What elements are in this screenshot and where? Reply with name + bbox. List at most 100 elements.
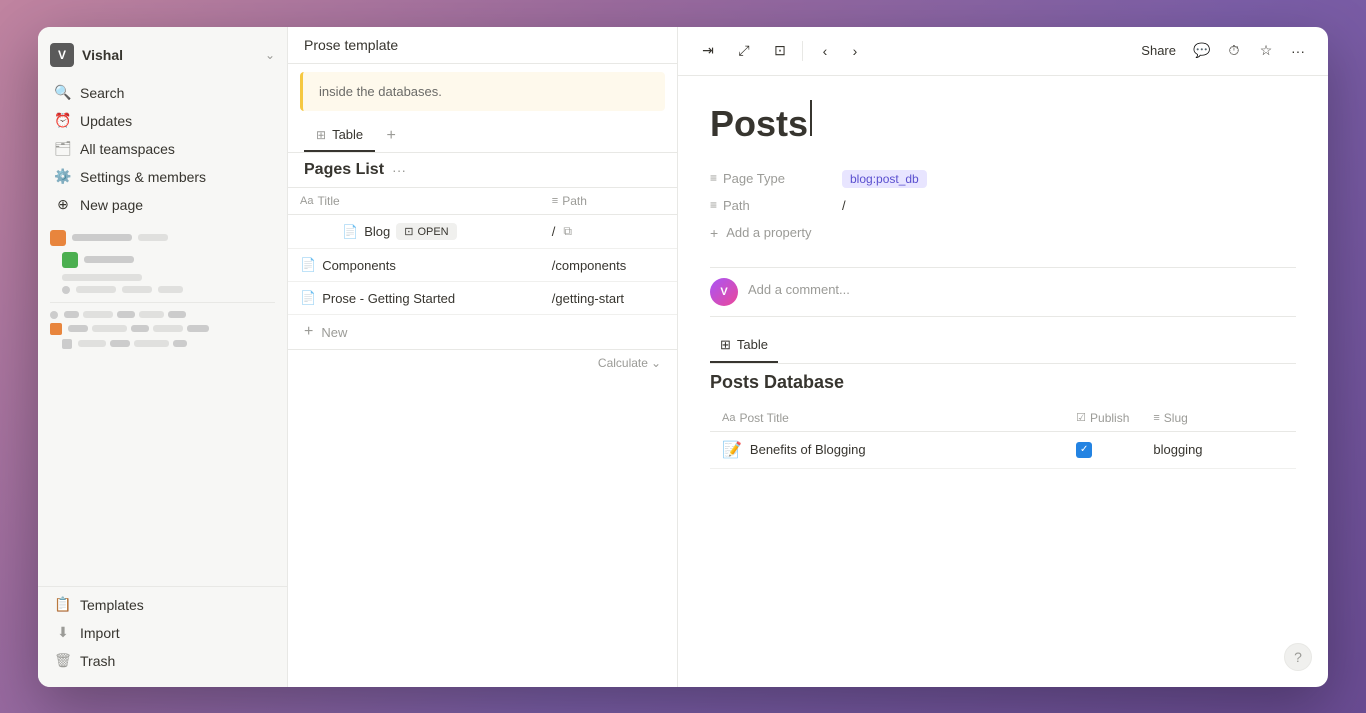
comments-button[interactable]: 💬 <box>1188 37 1216 65</box>
pages-table: Aa Title ≡ Path <box>288 187 677 315</box>
row-drag-button[interactable]: ⋮⋮ <box>320 224 336 240</box>
sub-bar4 <box>173 340 187 347</box>
header-right-icons: Share 💬 ⏱ ☆ ··· <box>1133 37 1312 65</box>
nav-arrows: ‹ › <box>811 37 869 65</box>
row-add-button[interactable]: + <box>300 224 316 240</box>
tab-bar: ⊞ Table + <box>288 119 677 153</box>
add-property-plus-icon: + <box>710 225 718 241</box>
sidebar-page-item-1[interactable] <box>38 227 287 249</box>
sidebar-item-new-page[interactable]: ⊕ New page <box>42 191 283 219</box>
path-value-blog: / <box>552 224 556 239</box>
db-tab-table[interactable]: ⊞ Table <box>710 329 778 363</box>
property-page-type: ≡ Page Type blog:post_db <box>710 165 1296 192</box>
posts-database-table: Aa Post Title ☑ Publish <box>710 405 1296 469</box>
sidebar-page-item-3[interactable] <box>38 271 287 284</box>
table-row[interactable]: 📄 Prose - Getting Started /getting-start <box>288 282 677 315</box>
pages-list-header: Pages List ··· <box>288 153 677 187</box>
page-bar-4b <box>122 286 152 293</box>
path-value-prose: /getting-start <box>552 291 624 306</box>
share-button[interactable]: Share <box>1133 39 1184 62</box>
path-prop-value[interactable]: / <box>842 198 846 213</box>
col-header-title: Aa Title <box>288 188 540 215</box>
table-tab-icon: ⊞ <box>316 128 326 142</box>
history-icon: ⏱ <box>1229 42 1240 59</box>
sidebar-item-updates[interactable]: ⏰ Updates <box>42 107 283 135</box>
posts-heading: Posts <box>710 100 1296 145</box>
table-row[interactable]: + ⋮⋮ 📄 Blog ⊡ OPEN <box>288 215 677 249</box>
sidebar-page-item-6[interactable] <box>38 321 287 337</box>
sidebar-page-item-2[interactable] <box>38 249 287 271</box>
collapse-sidebar-button[interactable]: ⇥ <box>694 37 722 65</box>
sidebar-label-settings: Settings & members <box>80 169 206 185</box>
posts-title-text: Posts <box>710 103 808 145</box>
open-icon: ⊡ <box>404 225 413 238</box>
sidebar-item-settings[interactable]: ⚙️ Settings & members <box>42 163 283 191</box>
page-sub-title-bar <box>84 256 134 263</box>
workspace-avatar: V <box>50 43 74 67</box>
pages-list-more-icon[interactable]: ··· <box>392 162 406 178</box>
calculate-bar[interactable]: Calculate ⌄ <box>288 349 677 376</box>
new-row-label: New <box>321 325 347 340</box>
page-type-badge: blog:post_db <box>842 170 927 188</box>
title-cell-components: 📄 Components <box>288 249 540 282</box>
sidebar-label-templates: Templates <box>80 597 144 613</box>
calculate-label: Calculate <box>598 356 648 370</box>
updates-icon: ⏰ <box>54 112 72 130</box>
sidebar-item-import[interactable]: ⬇ Import <box>42 619 283 647</box>
col-publish: ☑ Publish <box>1064 405 1141 432</box>
right-panel: ⇥ ⤢ ⊡ ‹ › <box>678 27 1328 687</box>
new-row-button[interactable]: + New <box>288 315 677 349</box>
page-doc-icon: 📄 <box>342 224 358 240</box>
sidebar-item-search[interactable]: 🔍 Search <box>42 79 283 107</box>
sidebar-item-trash[interactable]: 🗑 Trash <box>42 647 283 675</box>
title-cell-prose: 📄 Prose - Getting Started <box>288 282 540 315</box>
layout-button[interactable]: ⊡ <box>766 37 794 65</box>
page-type-value[interactable]: blog:post_db <box>842 171 927 186</box>
path-cell-prose: /getting-start <box>540 282 677 315</box>
main-content: Prose template inside the databases. ⊞ T… <box>288 27 1328 687</box>
sidebar-page-item-5[interactable] <box>38 309 287 321</box>
slug-col-icon: ≡ <box>1153 412 1159 424</box>
med-bar <box>83 311 113 318</box>
path-col-icon: ≡ <box>552 195 558 207</box>
page-bar-4a <box>76 286 116 293</box>
slug-cell: blogging <box>1141 431 1296 468</box>
sidebar-page-item-4[interactable] <box>38 284 287 296</box>
col-slug: ≡ Slug <box>1141 405 1296 432</box>
add-tab-button[interactable]: + <box>379 124 403 148</box>
page-color-icon-orange <box>50 230 66 246</box>
more-options-button[interactable]: ··· <box>1284 37 1312 65</box>
small-bar3 <box>168 311 186 318</box>
favorite-button[interactable]: ☆ <box>1252 37 1280 65</box>
user-avatar: V <box>710 278 738 306</box>
med-bar2 <box>139 311 164 318</box>
s-bar2 <box>131 325 149 332</box>
sidebar-nav: 🔍 Search ⏰ Updates 🗂 All teamspaces ⚙️ S… <box>38 75 287 223</box>
sidebar-page-item-7[interactable] <box>38 337 287 351</box>
trash-icon: 🗑 <box>54 652 72 670</box>
m-bar <box>92 325 127 332</box>
open-button-blog[interactable]: ⊡ OPEN <box>396 223 456 240</box>
sidebar-item-teamspaces[interactable]: 🗂 All teamspaces <box>42 135 283 163</box>
next-page-button[interactable]: › <box>841 37 869 65</box>
comment-input[interactable]: Add a comment... <box>748 278 850 297</box>
publish-cell[interactable]: ✓ <box>1064 431 1141 468</box>
col-header-path: ≡ Path <box>540 188 677 215</box>
sidebar-item-templates[interactable]: 📋 Templates <box>42 591 283 619</box>
sidebar-label-teamspaces: All teamspaces <box>80 141 175 157</box>
tab-table[interactable]: ⊞ Table <box>304 119 375 152</box>
title-col-icon: Aa <box>300 195 313 207</box>
add-property-row[interactable]: + Add a property <box>710 219 1296 247</box>
history-button[interactable]: ⏱ <box>1220 37 1248 65</box>
copy-icon-blog[interactable]: ⧉ <box>563 224 572 239</box>
full-screen-button[interactable]: ⤢ <box>730 37 758 65</box>
posts-table-row[interactable]: 📝 Benefits of Blogging ✓ blogging <box>710 431 1296 468</box>
help-button[interactable]: ? <box>1284 643 1312 671</box>
db-tab-bar: ⊞ Table <box>710 329 1296 364</box>
prev-page-button[interactable]: ‹ <box>811 37 839 65</box>
info-text: inside the databases. <box>319 84 442 99</box>
workspace-header[interactable]: V Vishal ⌄ <box>38 35 287 75</box>
next-icon: › <box>853 43 858 59</box>
table-row[interactable]: 📄 Components /components <box>288 249 677 282</box>
page-color-icon-green <box>62 252 78 268</box>
